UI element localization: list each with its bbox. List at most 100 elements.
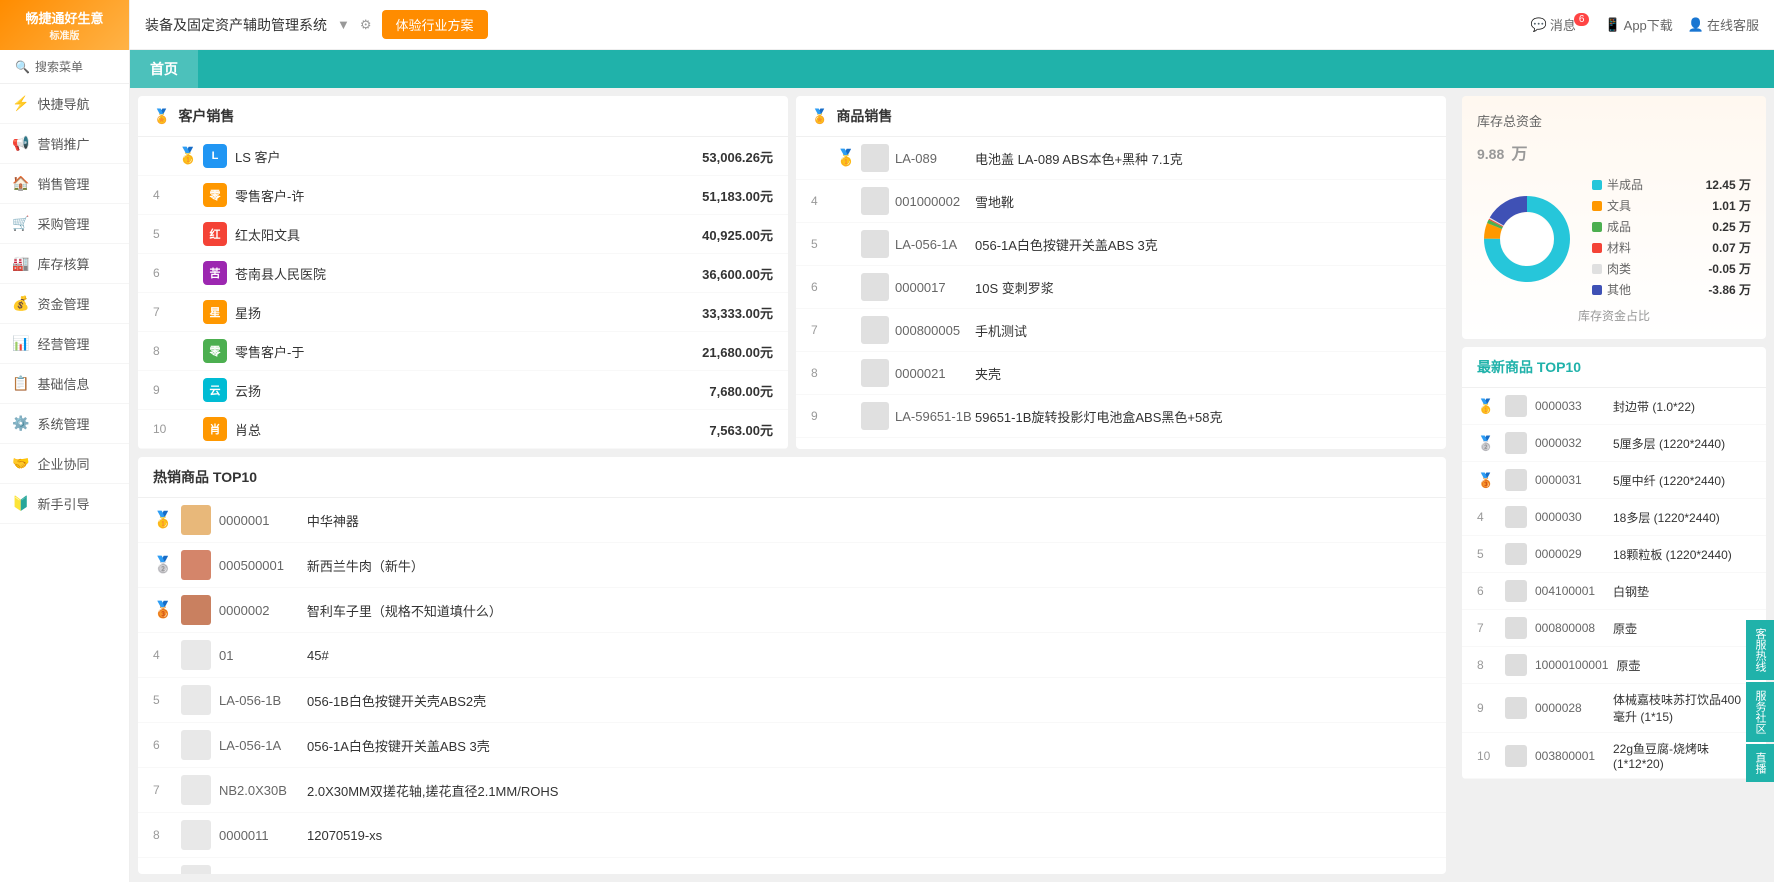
- customer-name: 零售客户-于: [235, 342, 702, 361]
- trial-button[interactable]: 体验行业方案: [382, 10, 488, 39]
- sidebar-item-finance[interactable]: 💰 资金管理: [0, 284, 129, 324]
- hot-product-row[interactable]: 7 NB2.0X30B 2.0X30MM双搓花轴,搓花直径2.1MM/ROHS: [138, 768, 1446, 813]
- new-products-tag: TOP10: [1537, 359, 1581, 375]
- legend-value: 0.25 万: [1712, 218, 1751, 235]
- medal-icon: 🥉: [1477, 472, 1497, 489]
- customer-sales-row[interactable]: 10 肖 肖总 7,563.00元: [138, 410, 788, 449]
- topbar-right: 💬 消息 6 📱 App下载 👤 在线客服: [1531, 15, 1759, 34]
- sidebar-item-inventory[interactable]: 🏭 库存核算: [0, 244, 129, 284]
- logo-subtitle: 标准版: [50, 27, 80, 42]
- new-product-row[interactable]: 7 000800008 原壶: [1462, 610, 1766, 647]
- new-product-row[interactable]: 4 0000030 18多层 (1220*2440): [1462, 499, 1766, 536]
- legend-item: 其他 -3.86 万: [1592, 281, 1751, 298]
- customer-sales-row[interactable]: 4 零 零售客户-许 51,183.00元: [138, 176, 788, 215]
- product-code: 003800001: [1535, 749, 1605, 763]
- product-icon: [1505, 580, 1527, 602]
- float-direct-btn[interactable]: 直播: [1746, 744, 1774, 782]
- sidebar-item-quick-nav[interactable]: ⚡ 快捷导航: [0, 84, 129, 124]
- new-product-row[interactable]: 🥈 0000032 5厘多层 (1220*2440): [1462, 425, 1766, 462]
- product-sales-row[interactable]: 6 0000017 10S 变刺罗浆: [796, 266, 1446, 309]
- guide-icon: 🔰: [12, 495, 29, 512]
- customer-name: 星扬: [235, 303, 702, 322]
- sidebar-item-marketing[interactable]: 📢 营销推广: [0, 124, 129, 164]
- new-product-row[interactable]: 9 0000028 体械嘉枝味苏打饮品400毫升 (1*15): [1462, 684, 1766, 733]
- messages-item[interactable]: 💬 消息 6: [1531, 15, 1590, 34]
- product-img: [181, 685, 211, 715]
- app-download-item[interactable]: 📱 App下载: [1604, 15, 1672, 34]
- dropdown-icon[interactable]: ▼: [337, 17, 350, 32]
- sidebar-item-sales[interactable]: 🏠 销售管理: [0, 164, 129, 204]
- operation-icon: 📊: [12, 335, 29, 352]
- rank-num: 4: [1477, 510, 1497, 524]
- inventory-title: 库存总资金: [1477, 111, 1751, 130]
- product-name: 5厘中纤 (1220*2440): [1613, 472, 1751, 489]
- hot-product-row[interactable]: 🥈 000500001 新西兰牛肉（新牛）: [138, 543, 1446, 588]
- sidebar-item-purchase[interactable]: 🛒 采购管理: [0, 204, 129, 244]
- product-code: 004100001: [1535, 584, 1605, 598]
- product-sales-row[interactable]: 7 000800005 手机测试: [796, 309, 1446, 352]
- sidebar-item-operation[interactable]: 📊 经营管理: [0, 324, 129, 364]
- product-code: 0000030: [1535, 510, 1605, 524]
- new-products-title: 最新商品: [1477, 359, 1537, 375]
- legend-value: 0.07 万: [1712, 239, 1751, 256]
- product-sales-row[interactable]: 9 LA-59651-1B 59651-1B旋转投影灯电池盒ABS黑色+58克: [796, 395, 1446, 438]
- float-service-btn[interactable]: 客服热线: [1746, 620, 1774, 680]
- customer-sales-row[interactable]: 7 星 星扬 33,333.00元: [138, 293, 788, 332]
- hot-product-row[interactable]: 6 LA-056-1A 056-1A白色按键开关盖ABS 3壳: [138, 723, 1446, 768]
- product-sales-row[interactable]: 🥇 LA-089 电池盖 LA-089 ABS本色+黑种 7.1克: [796, 137, 1446, 180]
- rank-num: 4: [811, 194, 836, 208]
- new-product-row[interactable]: 10 003800001 22g鱼豆腐-烧烤味 (1*12*20): [1462, 733, 1766, 779]
- rank-num: 8: [811, 366, 836, 380]
- inventory-icon: 🏭: [12, 255, 29, 272]
- customer-sales-row[interactable]: 8 零 零售客户-于 21,680.00元: [138, 332, 788, 371]
- float-community-btn[interactable]: 服务社区: [1746, 682, 1774, 742]
- product-sales-row[interactable]: 4 001000002 雪地靴: [796, 180, 1446, 223]
- product-code: 0000031: [1535, 473, 1605, 487]
- tab-home[interactable]: 首页: [130, 50, 198, 88]
- hot-product-row[interactable]: 8 0000011 12070519-xs: [138, 813, 1446, 858]
- sidebar-item-guide[interactable]: 🔰 新手引导: [0, 484, 129, 524]
- product-sales-row[interactable]: 8 0000021 夹壳: [796, 352, 1446, 395]
- new-product-row[interactable]: 8 10000100001 原壶: [1462, 647, 1766, 684]
- product-img: [861, 316, 889, 344]
- hot-product-row[interactable]: 9 KK-SD22110H 花语萌值温分罐罐袋（厚款）: [138, 858, 1446, 874]
- legend-name: 半成品: [1607, 176, 1701, 193]
- sidebar-item-label: 资金管理: [37, 294, 89, 313]
- sidebar-item-cooperation[interactable]: 🤝 企业协同: [0, 444, 129, 484]
- settings-icon[interactable]: ⚙: [360, 17, 372, 33]
- customer-sales-row[interactable]: 6 苦 苍南县人民医院 36,600.00元: [138, 254, 788, 293]
- legend-name: 肉类: [1607, 260, 1703, 277]
- sidebar-search[interactable]: 🔍 搜索菜单: [0, 50, 129, 84]
- legend-value: 12.45 万: [1706, 176, 1751, 193]
- sidebar-item-label: 快捷导航: [37, 94, 89, 113]
- new-product-row[interactable]: 6 004100001 白钢垫: [1462, 573, 1766, 610]
- online-service-item[interactable]: 👤 在线客服: [1688, 15, 1759, 34]
- customer-sales-row[interactable]: 5 红 红太阳文具 40,925.00元: [138, 215, 788, 254]
- new-product-row[interactable]: 🥉 0000031 5厘中纤 (1220*2440): [1462, 462, 1766, 499]
- sidebar-item-basic[interactable]: 📋 基础信息: [0, 364, 129, 404]
- product-code: 0000021: [895, 366, 975, 381]
- sidebar-item-system[interactable]: ⚙️ 系统管理: [0, 404, 129, 444]
- customer-sales-row[interactable]: 9 云 云扬 7,680.00元: [138, 371, 788, 410]
- product-name: 5厘多层 (1220*2440): [1613, 435, 1751, 452]
- rank-num: 4: [153, 188, 178, 202]
- product-sales-row[interactable]: 5 LA-056-1A 056-1A白色按键开关盖ABS 3克: [796, 223, 1446, 266]
- hot-product-row[interactable]: 4 01 45#: [138, 633, 1446, 678]
- new-product-row[interactable]: 🥇 0000033 封边带 (1.0*22): [1462, 388, 1766, 425]
- hot-product-row[interactable]: 🥉 0000002 智利车子里（规格不知道填什么）: [138, 588, 1446, 633]
- main-area: 装备及固定资产辅助管理系统 ▼ ⚙ 体验行业方案 💬 消息 6 📱 App下载 …: [130, 0, 1774, 882]
- sidebar-item-label: 销售管理: [37, 174, 89, 193]
- product-code: LA-089: [895, 151, 975, 166]
- customer-amount: 40,925.00元: [702, 225, 773, 244]
- customer-sales-row[interactable]: 🥇 L LS 客户 53,006.26元: [138, 137, 788, 176]
- product-code: 0000028: [1535, 701, 1605, 715]
- customer-name: LS 客户: [235, 147, 702, 166]
- new-product-row[interactable]: 5 0000029 18颗粒板 (1220*2440): [1462, 536, 1766, 573]
- inventory-card: 库存总资金 9.88 万: [1462, 96, 1766, 339]
- hot-product-row[interactable]: 🥇 0000001 中华神器: [138, 498, 1446, 543]
- rank-num: 5: [811, 237, 836, 251]
- rank-num: 5: [153, 227, 178, 241]
- sidebar-item-label: 库存核算: [37, 254, 89, 273]
- hot-product-row[interactable]: 5 LA-056-1B 056-1B白色按键开关壳ABS2壳: [138, 678, 1446, 723]
- system-name: 装备及固定资产辅助管理系统: [145, 15, 327, 35]
